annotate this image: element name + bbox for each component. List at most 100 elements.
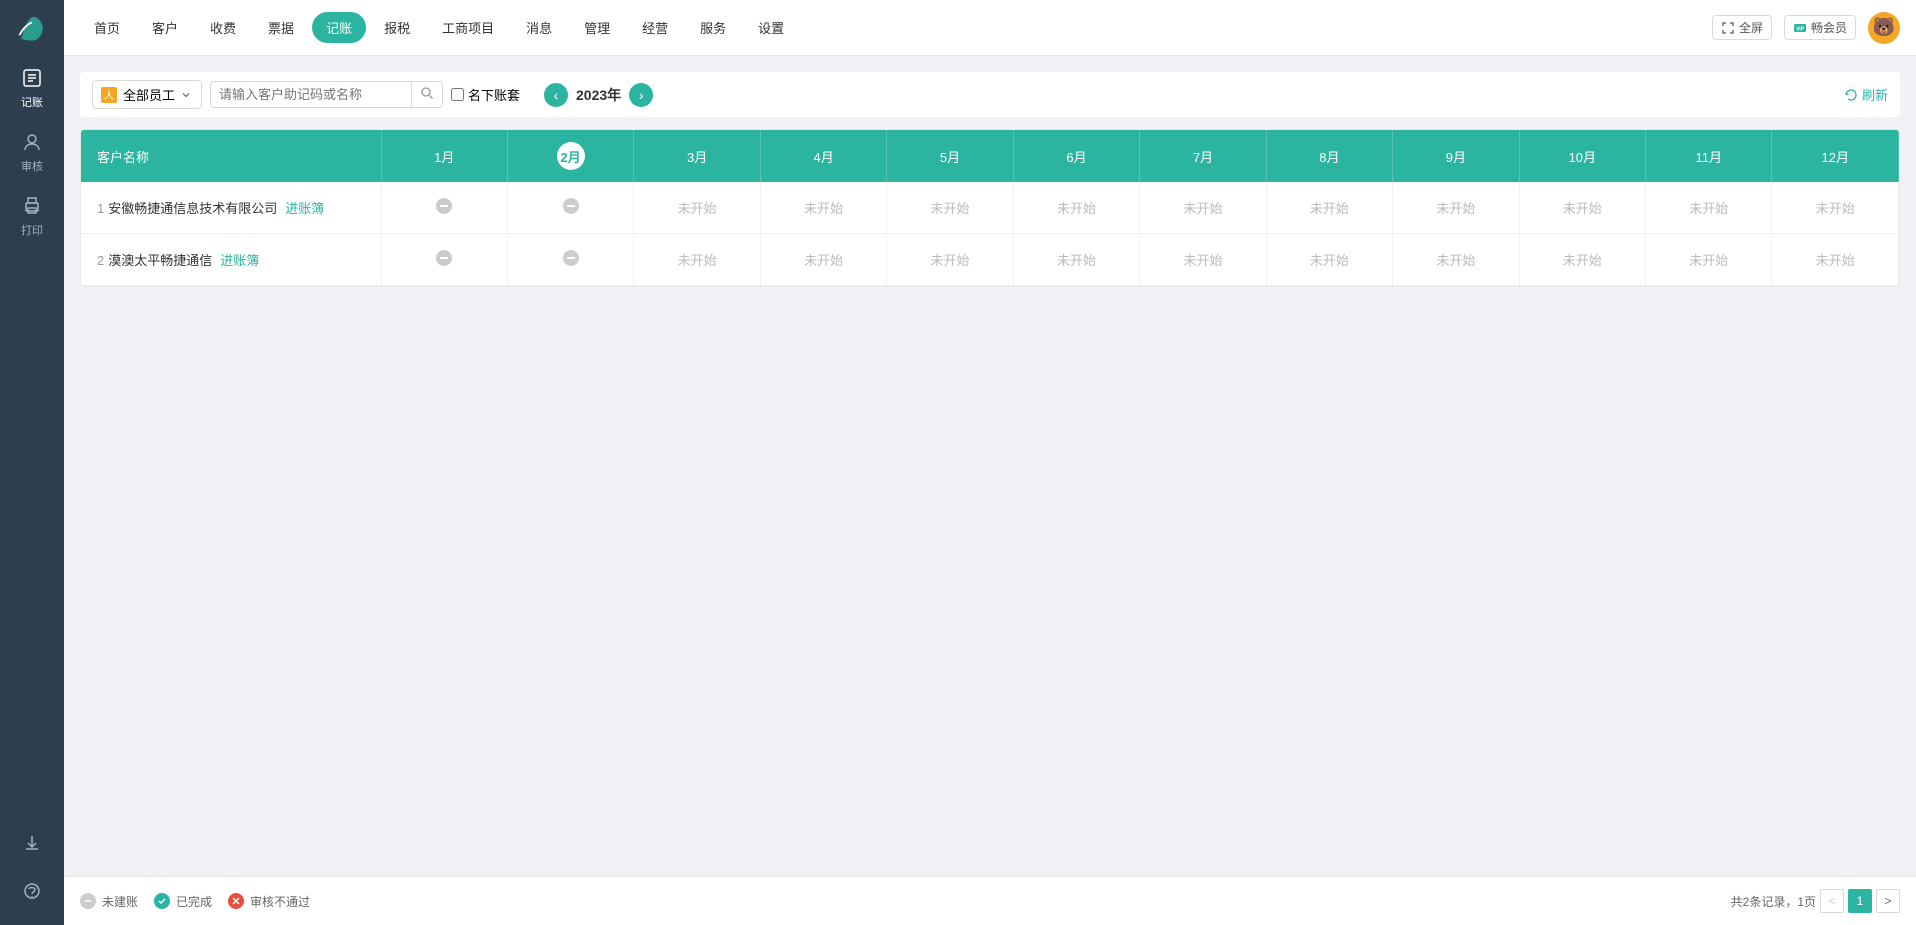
- footer: 未建账 已完成 审核不通过 共2条记录，1页 < 1 >: [64, 876, 1916, 925]
- cell-m2: [507, 182, 633, 234]
- legend-label-0: 未建账: [102, 893, 138, 910]
- status-not-started: 未开始: [1310, 253, 1349, 268]
- fullscreen-btn[interactable]: 全屏: [1712, 15, 1772, 40]
- enter-link[interactable]: 进账簿: [220, 253, 259, 268]
- cell-m5: 未开始: [887, 182, 1013, 234]
- enter-link[interactable]: 进账簿: [285, 201, 324, 216]
- prev-year-btn[interactable]: ‹: [544, 83, 568, 107]
- avatar[interactable]: 🐻: [1868, 12, 1900, 44]
- cell-m8: 未开始: [1266, 182, 1392, 234]
- col-header-m9: 9月: [1393, 130, 1519, 182]
- svg-text:VIP: VIP: [1796, 26, 1805, 32]
- employee-select[interactable]: 人 全部员工: [92, 80, 202, 109]
- table-wrapper: 客户名称 1月 2月 3月 4月 5月 6月: [80, 129, 1900, 287]
- legend-not-built: 未建账: [80, 893, 138, 910]
- cell-m1: [381, 182, 507, 234]
- next-icon: ›: [639, 87, 644, 103]
- main-area: 首页 客户 收费 票据 记账 报税 工商项目 消息 管理 经营 服务 设置 全屏: [64, 0, 1916, 925]
- sidebar-item-label-sh: 审核: [21, 158, 43, 174]
- col-header-m2: 2月: [507, 130, 633, 182]
- col-header-m12: 12月: [1772, 130, 1899, 182]
- nav-manage[interactable]: 管理: [570, 12, 624, 43]
- nav-tax[interactable]: 报税: [370, 12, 424, 43]
- table-scroll: 客户名称 1月 2月 3月 4月 5月 6月: [81, 130, 1899, 286]
- employee-icon: 人: [101, 87, 117, 103]
- search-button[interactable]: [411, 82, 442, 107]
- search-input[interactable]: [211, 83, 411, 106]
- nav-ops[interactable]: 经营: [628, 12, 682, 43]
- status-not-started: 未开始: [678, 201, 717, 216]
- topnav-right: 全屏 VIP 畅会员 🐻: [1712, 12, 1900, 44]
- cell-m2: [507, 234, 633, 286]
- checkbox-wrap[interactable]: 名下账套: [451, 85, 520, 104]
- sidebar-item-download[interactable]: [0, 821, 64, 865]
- nav-accounting[interactable]: 记账: [312, 12, 366, 43]
- topnav: 首页 客户 收费 票据 记账 报税 工商项目 消息 管理 经营 服务 设置 全屏: [64, 0, 1916, 56]
- vip-btn[interactable]: VIP 畅会员: [1784, 15, 1856, 40]
- legend-dot-teal: [154, 893, 170, 909]
- sidebar: 记账 审核 打印: [0, 0, 64, 925]
- status-dash: [434, 196, 454, 216]
- table-header-row: 客户名称 1月 2月 3月 4月 5月 6月: [81, 130, 1899, 182]
- sidebar-item-support[interactable]: [0, 869, 64, 913]
- legend-dot-red: [228, 893, 244, 909]
- cell-m3: 未开始: [634, 234, 760, 286]
- logo: [0, 0, 64, 56]
- search-icon: [420, 86, 434, 100]
- cell-m7: 未开始: [1140, 182, 1266, 234]
- next-year-btn[interactable]: ›: [629, 83, 653, 107]
- nav-fee[interactable]: 收费: [196, 12, 250, 43]
- employee-label: 全部员工: [123, 85, 175, 104]
- nav-home[interactable]: 首页: [80, 12, 134, 43]
- prev-page-btn[interactable]: <: [1820, 889, 1844, 913]
- download-icon: [20, 831, 44, 855]
- search-box: [210, 81, 443, 108]
- status-not-started: 未开始: [1816, 201, 1855, 216]
- status-not-started: 未开始: [678, 253, 717, 268]
- topnav-items: 首页 客户 收费 票据 记账 报税 工商项目 消息 管理 经营 服务 设置: [80, 12, 1712, 43]
- content: 人 全部员工 名下账套: [64, 56, 1916, 876]
- row-num: 1: [97, 201, 104, 216]
- next-page-btn[interactable]: >: [1876, 889, 1900, 913]
- refresh-btn[interactable]: 刷新: [1844, 85, 1888, 104]
- status-not-started: 未开始: [1183, 253, 1222, 268]
- cell-m3: 未开始: [634, 182, 760, 234]
- nav-service[interactable]: 服务: [686, 12, 740, 43]
- cell-m8: 未开始: [1266, 234, 1392, 286]
- sidebar-item-dy[interactable]: 打印: [0, 184, 64, 248]
- status-not-started: 未开始: [804, 253, 843, 268]
- cell-m10: 未开始: [1519, 234, 1645, 286]
- nav-invoice[interactable]: 票据: [254, 12, 308, 43]
- legend-label-1: 已完成: [176, 893, 212, 910]
- sidebar-item-sh[interactable]: 审核: [0, 120, 64, 184]
- my-accounts-checkbox[interactable]: [451, 88, 464, 101]
- cell-name: 1安徽畅捷通信息技术有限公司进账簿: [81, 182, 381, 234]
- status-dash: [434, 248, 454, 268]
- cell-m9: 未开始: [1393, 234, 1519, 286]
- current-month-badge: 2月: [557, 142, 585, 170]
- legend-completed: 已完成: [154, 893, 212, 910]
- col-header-name: 客户名称: [81, 130, 381, 182]
- prev-icon: ‹: [554, 87, 559, 103]
- main-table: 客户名称 1月 2月 3月 4月 5月 6月: [81, 130, 1899, 286]
- nav-msg[interactable]: 消息: [512, 12, 566, 43]
- status-not-started: 未开始: [804, 201, 843, 216]
- nav-settings[interactable]: 设置: [744, 12, 798, 43]
- page-1-btn[interactable]: 1: [1848, 889, 1872, 913]
- cell-m7: 未开始: [1140, 234, 1266, 286]
- cell-m6: 未开始: [1013, 182, 1139, 234]
- status-not-started: 未开始: [931, 201, 970, 216]
- nav-biz[interactable]: 工商项目: [428, 12, 508, 43]
- total-label: 共2条记录，1页: [1731, 893, 1816, 910]
- status-not-started: 未开始: [931, 253, 970, 268]
- sidebar-item-jz[interactable]: 记账: [0, 56, 64, 120]
- sidebar-item-label-jz: 记账: [21, 94, 43, 110]
- fullscreen-icon: [1721, 21, 1735, 35]
- col-header-m10: 10月: [1519, 130, 1645, 182]
- year-label: 2023年: [576, 85, 621, 105]
- sh-icon: [20, 130, 44, 154]
- nav-client[interactable]: 客户: [138, 12, 192, 43]
- cell-m10: 未开始: [1519, 182, 1645, 234]
- status-not-started: 未开始: [1057, 201, 1096, 216]
- status-not-started: 未开始: [1436, 253, 1475, 268]
